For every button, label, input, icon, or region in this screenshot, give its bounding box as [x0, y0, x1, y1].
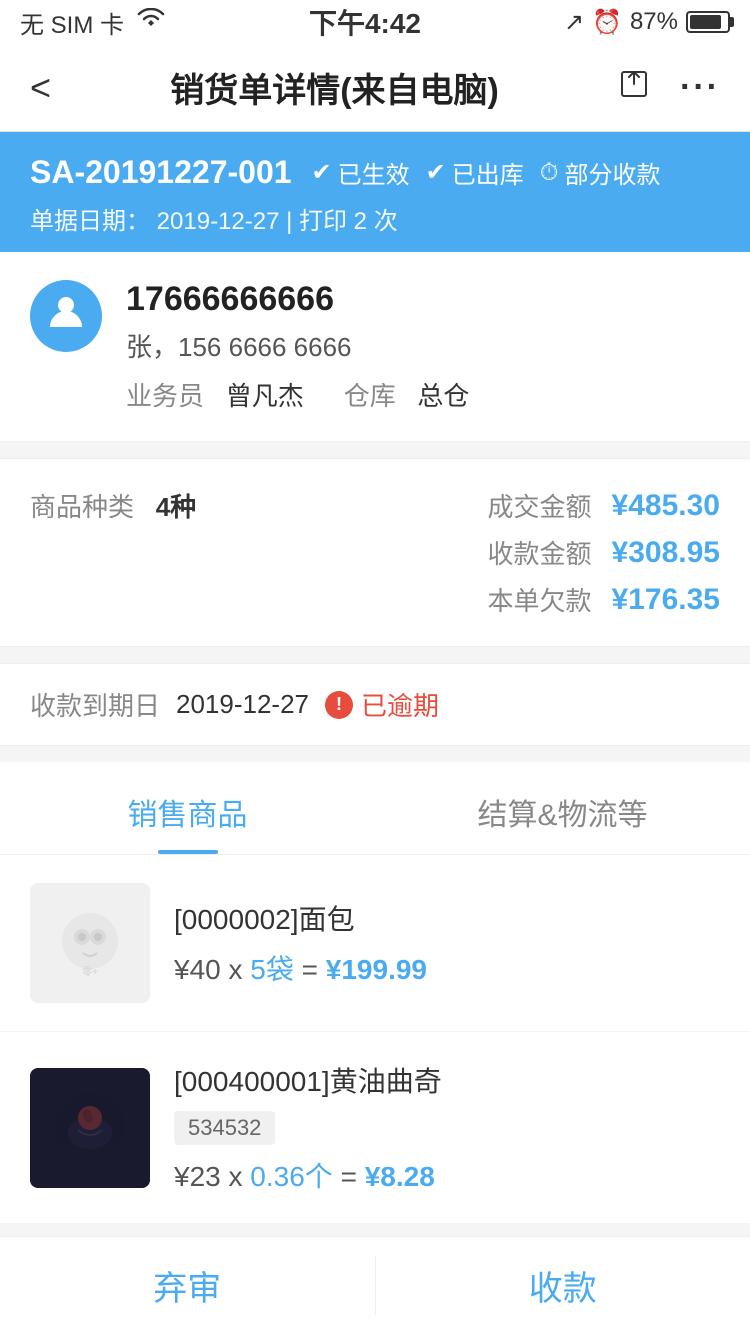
due-label: 收款到期日 [30, 686, 160, 723]
status-right: ↗ ⏰ 87% [564, 8, 730, 37]
print-info: 打印 2 次 [299, 208, 398, 235]
salesperson-label: 业务员 [126, 381, 204, 411]
avatar [30, 280, 102, 352]
separator: | [286, 208, 299, 235]
overdue-text: 已逾期 [361, 686, 439, 723]
tab-settlement-logistics[interactable]: 结算&物流等 [375, 762, 750, 854]
back-button[interactable]: < [30, 67, 51, 109]
order-id: SA-20191227-001 [30, 154, 292, 191]
bottom-bar: 弃审 收款 [0, 1236, 750, 1334]
deal-amount-row: 成交金额 ¥485.30 [488, 487, 720, 524]
warehouse-label: 仓库 [344, 381, 396, 411]
received-amount-value: ¥308.95 [612, 536, 720, 570]
debt-amount-label: 本单欠款 [488, 581, 592, 618]
list-item: [000400001]黄油曲奇 534532 ¥23 x 0.36个 = ¥8.… [0, 1032, 750, 1224]
product-base-price-2: ¥23 [174, 1161, 221, 1192]
customer-id: 17666666666 [126, 280, 720, 319]
status-left: 无 SIM 卡 [20, 5, 166, 40]
product-name-1: [0000002]面包 [174, 898, 720, 938]
deal-amount-value: ¥485.30 [612, 489, 720, 523]
list-item: 零+ [0000002]面包 ¥40 x 5袋 = ¥199.99 [0, 855, 750, 1032]
nav-bar: < 销货单详情(来自电脑) ··· [0, 44, 750, 132]
overdue-icon: ! [325, 691, 353, 719]
product-base-price-1: ¥40 [174, 954, 221, 985]
tabs-section: 销售商品 结算&物流等 [0, 762, 750, 855]
stats-right: 成交金额 ¥485.30 收款金额 ¥308.95 本单欠款 ¥176.35 [488, 487, 720, 618]
status-partial-payment: ⏱ 部分收款 [540, 155, 661, 190]
debt-amount-row: 本单欠款 ¥176.35 [488, 581, 720, 618]
product-total-2: ¥8.28 [365, 1161, 435, 1192]
customer-section: 17666666666 张，156 6666 6666 业务员 曾凡杰 仓库 总… [0, 252, 750, 442]
header-banner: SA-20191227-001 ✔ 已生效 ✔ 已出库 ⏱ 部分收款 单据日期：… [0, 132, 750, 252]
warehouse-row: 仓库 总仓 [344, 376, 470, 413]
check-icon-1: ✔ [312, 158, 332, 187]
status-tags: ✔ 已生效 ✔ 已出库 ⏱ 部分收款 [312, 155, 661, 190]
deal-amount-label: 成交金额 [488, 487, 592, 524]
stats-section: 商品种类 4种 成交金额 ¥485.30 收款金额 ¥308.95 本单欠款 ¥… [0, 458, 750, 647]
order-date: 2019-12-27 [157, 208, 280, 235]
product-qty-1: 5袋 [250, 954, 294, 985]
salesperson-row: 业务员 曾凡杰 [126, 376, 304, 413]
product-tag-2: 534532 [174, 1111, 275, 1145]
product-info-1: [0000002]面包 ¥40 x 5袋 = ¥199.99 [174, 898, 720, 988]
customer-info: 17666666666 张，156 6666 6666 业务员 曾凡杰 仓库 总… [126, 280, 720, 413]
more-icon[interactable]: ··· [680, 68, 720, 107]
product-image-2 [30, 1068, 150, 1188]
status-bar: 无 SIM 卡 下午4:42 ↗ ⏰ 87% [0, 0, 750, 44]
product-name-2: [000400001]黄油曲奇 [174, 1060, 720, 1100]
status-effected: ✔ 已生效 [312, 155, 410, 190]
location-icon: ↗ [564, 8, 584, 37]
battery-percent: 87% [630, 8, 678, 36]
product-image-1: 零+ [30, 883, 150, 1003]
stats-row: 商品种类 4种 成交金额 ¥485.30 收款金额 ¥308.95 本单欠款 ¥… [30, 487, 720, 618]
customer-meta: 业务员 曾凡杰 仓库 总仓 [126, 376, 720, 413]
product-price-1: ¥40 x 5袋 = ¥199.99 [174, 948, 720, 988]
battery-icon [686, 11, 730, 33]
status-shipped: ✔ 已出库 [426, 155, 524, 190]
carrier-text: 无 SIM 卡 [20, 5, 124, 40]
date-label: 单据日期： [30, 208, 150, 235]
alarm-icon: ⏰ [592, 8, 622, 37]
product-total-1: ¥199.99 [326, 954, 427, 985]
wifi-icon [136, 8, 166, 37]
debt-amount-value: ¥176.35 [612, 583, 720, 617]
customer-name-phone: 张，156 6666 6666 [126, 327, 720, 364]
discard-review-button[interactable]: 弃审 [0, 1237, 375, 1334]
svg-text:零+: 零+ [82, 966, 98, 978]
check-icon-2: ✔ [426, 158, 446, 187]
category-label: 商品种类 [30, 492, 134, 522]
header-row1: SA-20191227-001 ✔ 已生效 ✔ 已出库 ⏱ 部分收款 [30, 154, 720, 191]
page-title: 销货单详情(来自电脑) [170, 63, 499, 112]
products-section: 零+ [0000002]面包 ¥40 x 5袋 = ¥199.99 [0, 855, 750, 1224]
collect-payment-button[interactable]: 收款 [376, 1237, 750, 1334]
nav-actions: ··· [618, 68, 720, 108]
salesperson-value: 曾凡杰 [226, 381, 304, 411]
received-amount-row: 收款金额 ¥308.95 [488, 534, 720, 571]
category-stat: 商品种类 4种 [30, 487, 196, 524]
clock-icon: ⏱ [540, 159, 559, 187]
product-price-2: ¥23 x 0.36个 = ¥8.28 [174, 1155, 720, 1195]
header-date-row: 单据日期： 2019-12-27 | 打印 2 次 [30, 201, 720, 236]
warehouse-value: 总仓 [417, 381, 469, 411]
due-date-section: 收款到期日 2019-12-27 ! 已逾期 [0, 663, 750, 746]
received-amount-label: 收款金额 [488, 534, 592, 571]
person-icon [46, 291, 86, 341]
share-icon[interactable] [618, 68, 650, 108]
product-qty-2: 0.36个 [250, 1161, 333, 1192]
stats-left: 商品种类 4种 [30, 487, 196, 528]
due-date-value: 2019-12-27 [176, 689, 309, 720]
product-info-2: [000400001]黄油曲奇 534532 ¥23 x 0.36个 = ¥8.… [174, 1060, 720, 1195]
tab-sales-products[interactable]: 销售商品 [0, 762, 375, 854]
time-display: 下午4:42 [309, 2, 421, 42]
overdue-badge: ! 已逾期 [325, 686, 439, 723]
category-count: 4种 [156, 492, 196, 522]
